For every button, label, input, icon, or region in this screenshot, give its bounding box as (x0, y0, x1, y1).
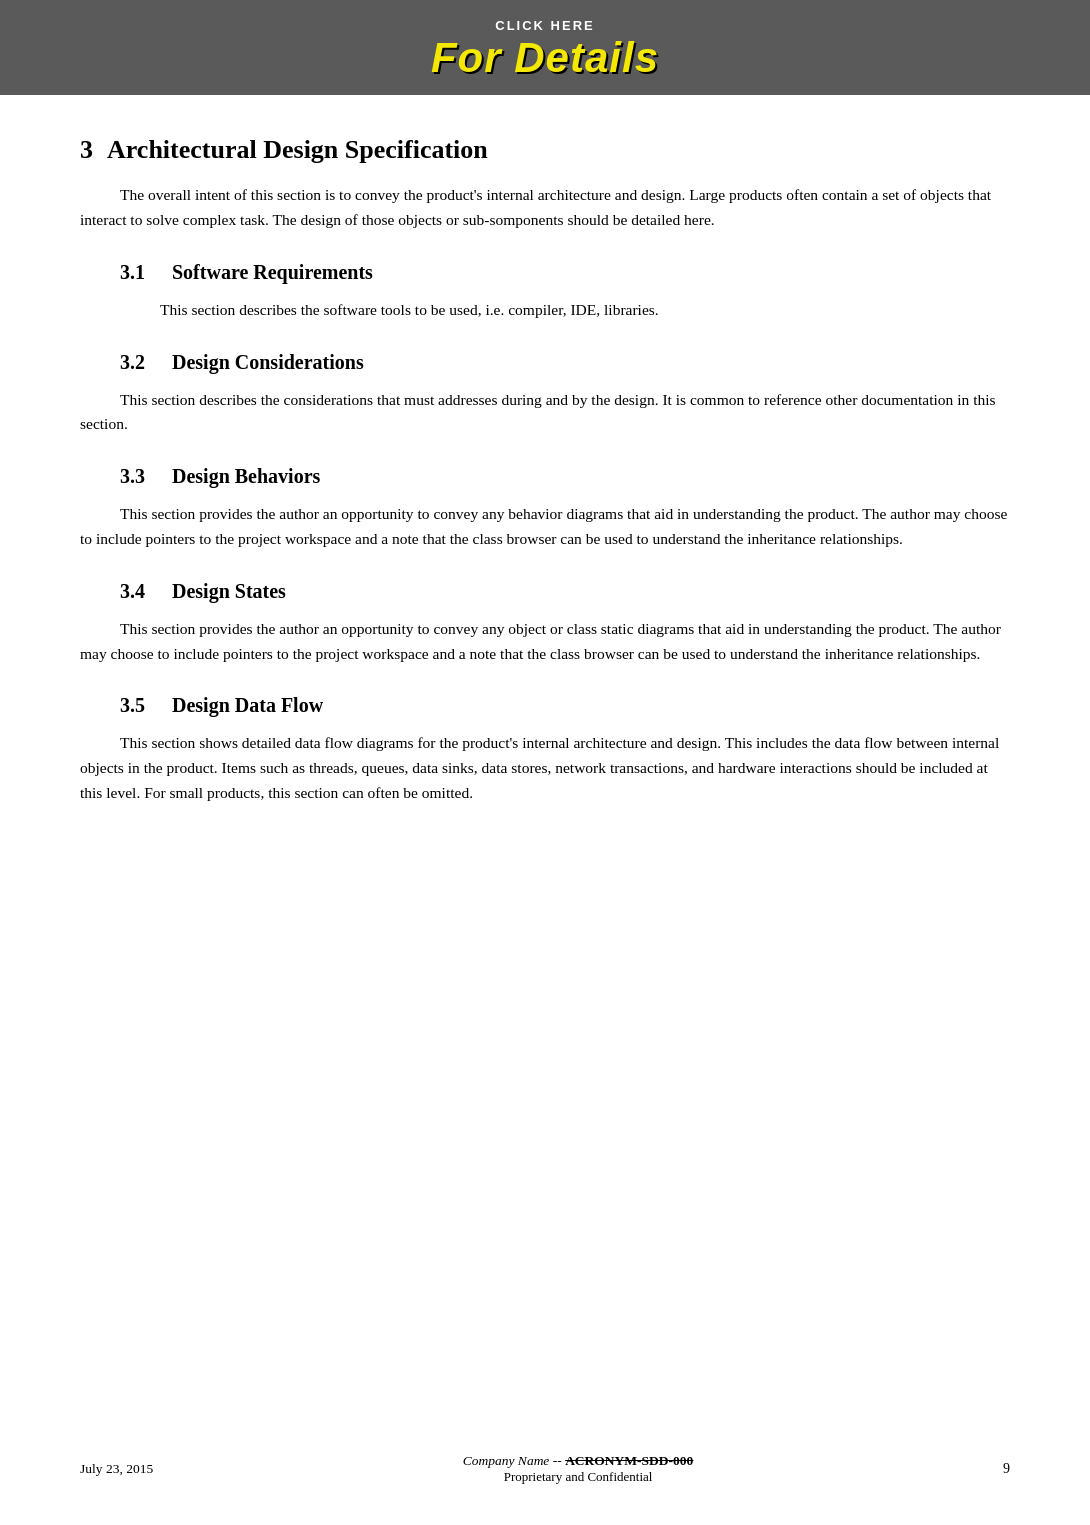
section-3-title: 3 Architectural Design Specification (80, 135, 1010, 165)
section-3-intro: The overall intent of this section is to… (80, 183, 1010, 233)
subsection-3-3-number: 3.3 (120, 465, 158, 488)
subsection-3-1-number: 3.1 (120, 261, 158, 284)
subsection-3-4-title: 3.4 Design States (80, 580, 1010, 603)
footer-proprietary: Proprietary and Confidential (463, 1469, 694, 1485)
subsection-3-5-heading: Design Data Flow (172, 694, 323, 717)
for-details-label: For Details (431, 35, 659, 81)
footer-company-name: Company Name (463, 1453, 550, 1468)
subsection-3-4-body: This section provides the author an oppo… (80, 617, 1010, 667)
subsection-3-2-body: This section describes the consideration… (80, 388, 1010, 438)
footer-acronym: ACRONYM-SDD-000 (565, 1453, 693, 1468)
subsection-3-1: 3.1 Software Requirements This section d… (80, 261, 1010, 323)
section-3-heading: Architectural Design Specification (107, 135, 488, 165)
subsection-3-3: 3.3 Design Behaviors This section provid… (80, 465, 1010, 552)
page-content: 3 Architectural Design Specification The… (0, 95, 1090, 894)
subsection-3-4: 3.4 Design States This section provides … (80, 580, 1010, 667)
subsection-3-2-heading: Design Considerations (172, 351, 364, 374)
subsection-3-5-number: 3.5 (120, 694, 158, 717)
subsection-3-4-heading: Design States (172, 580, 286, 603)
footer-date: July 23, 2015 (80, 1461, 153, 1477)
footer-separator: -- (553, 1453, 565, 1468)
subsection-3-1-title: 3.1 Software Requirements (80, 261, 1010, 284)
subsection-3-2-title: 3.2 Design Considerations (80, 351, 1010, 374)
subsection-3-5-title: 3.5 Design Data Flow (80, 694, 1010, 717)
click-here-label: CLICK HERE (495, 18, 594, 33)
subsection-3-3-heading: Design Behaviors (172, 465, 320, 488)
subsection-3-3-title: 3.3 Design Behaviors (80, 465, 1010, 488)
subsection-3-5-body: This section shows detailed data flow di… (80, 731, 1010, 805)
subsection-3-2: 3.2 Design Considerations This section d… (80, 351, 1010, 438)
page-footer: July 23, 2015 Company Name -- ACRONYM-SD… (0, 1453, 1090, 1485)
subsection-3-3-body: This section provides the author an oppo… (80, 502, 1010, 552)
subsection-3-1-heading: Software Requirements (172, 261, 373, 284)
subsection-3-4-number: 3.4 (120, 580, 158, 603)
header-banner[interactable]: CLICK HERE For Details (0, 0, 1090, 95)
subsection-3-1-body: This section describes the software tool… (80, 298, 1010, 323)
footer-page-number: 9 (1003, 1461, 1010, 1477)
subsection-3-2-number: 3.2 (120, 351, 158, 374)
section-3-number: 3 (80, 135, 93, 165)
subsection-3-5: 3.5 Design Data Flow This section shows … (80, 694, 1010, 805)
footer-center: Company Name -- ACRONYM-SDD-000 Propriet… (463, 1453, 694, 1485)
